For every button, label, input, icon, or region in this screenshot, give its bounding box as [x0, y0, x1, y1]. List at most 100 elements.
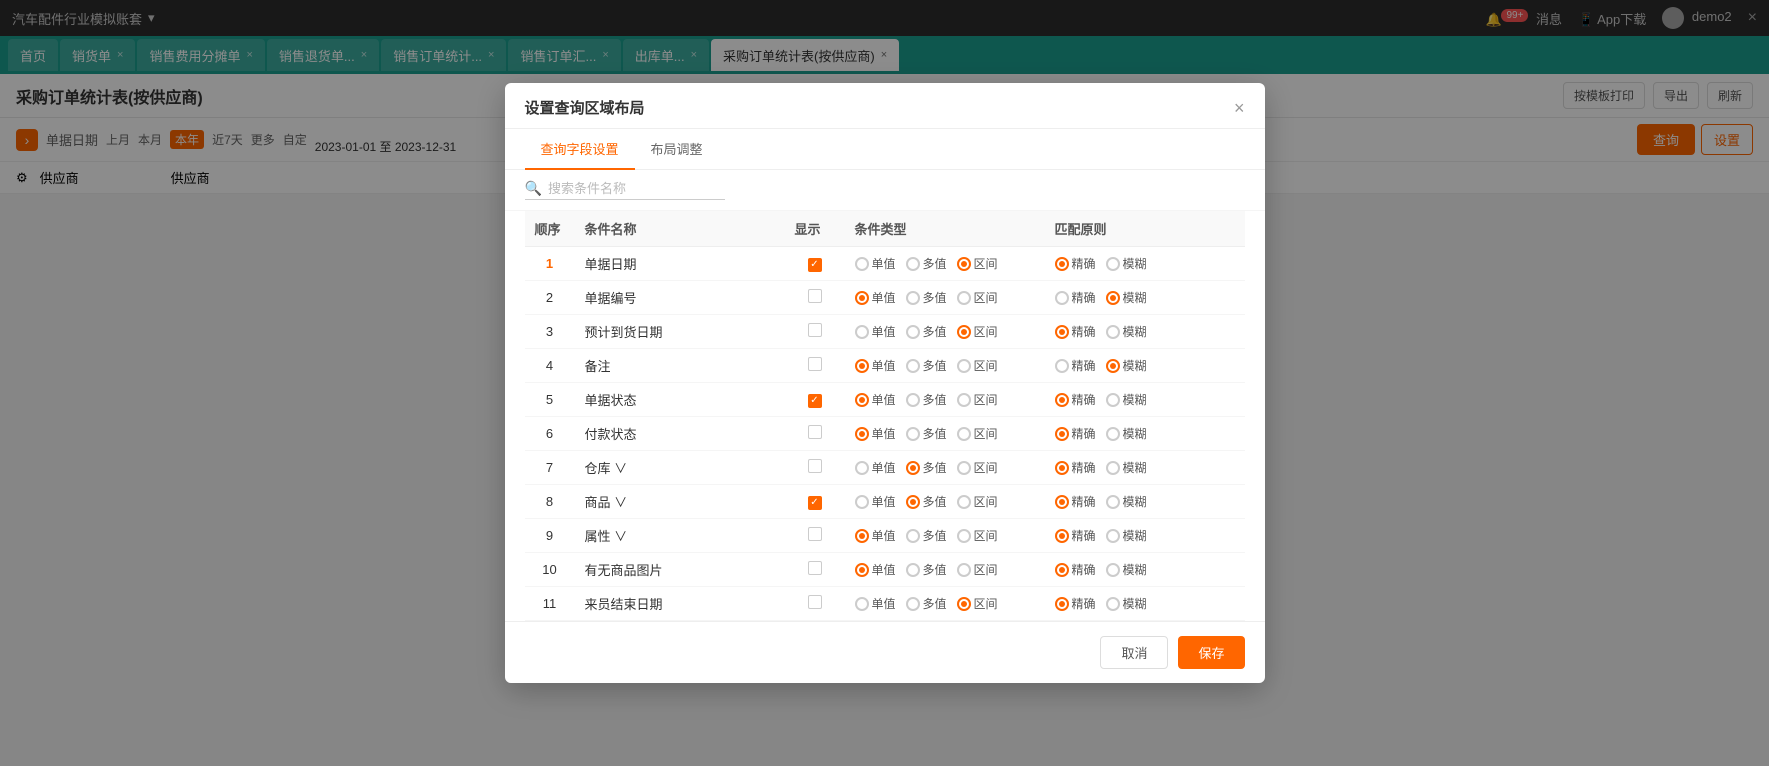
- radio-type-多值[interactable]: 多值: [906, 255, 947, 272]
- cell-order: 10: [525, 553, 575, 587]
- radio-type-多值[interactable]: 多值: [906, 425, 947, 442]
- cell-order: 3: [525, 315, 575, 349]
- radio-type-多值[interactable]: 多值: [906, 289, 947, 306]
- radio-type-单值[interactable]: 单值: [855, 595, 896, 612]
- radio-type-单值[interactable]: 单值: [855, 527, 896, 544]
- radio-type-单值[interactable]: 单值: [855, 561, 896, 578]
- show-checkbox[interactable]: [808, 595, 822, 609]
- radio-match-模糊[interactable]: 模糊: [1106, 527, 1147, 544]
- show-checkbox[interactable]: [808, 561, 822, 575]
- show-checkbox[interactable]: [808, 323, 822, 337]
- radio-match-模糊[interactable]: 模糊: [1106, 459, 1147, 476]
- radio-type-区间[interactable]: 区间: [957, 289, 998, 306]
- show-checkbox[interactable]: [808, 425, 822, 439]
- show-checkbox[interactable]: ✓: [808, 496, 822, 510]
- radio-match-模糊[interactable]: 模糊: [1106, 493, 1147, 510]
- radio-type-区间[interactable]: 区间: [957, 357, 998, 374]
- cell-show: [785, 315, 845, 349]
- radio-match-精确[interactable]: 精确: [1055, 493, 1096, 510]
- cell-order: 2: [525, 281, 575, 315]
- cell-match: 精确模糊: [1045, 383, 1245, 417]
- tab-layout-adjust[interactable]: 布局调整: [635, 129, 719, 170]
- radio-type-单值[interactable]: 单值: [855, 493, 896, 510]
- cell-name: 有无商品图片: [575, 553, 785, 587]
- cancel-btn[interactable]: 取消: [1100, 636, 1168, 669]
- cell-type: 单值多值区间: [845, 553, 1045, 587]
- radio-type-多值[interactable]: 多值: [906, 323, 947, 340]
- cell-show: ✓: [785, 485, 845, 519]
- show-checkbox[interactable]: [808, 357, 822, 371]
- cell-type: 单值多值区间: [845, 587, 1045, 621]
- radio-match-精确[interactable]: 精确: [1055, 391, 1096, 408]
- radio-type-多值[interactable]: 多值: [906, 493, 947, 510]
- radio-type-单值[interactable]: 单值: [855, 357, 896, 374]
- radio-type-区间[interactable]: 区间: [957, 391, 998, 408]
- radio-match-精确[interactable]: 精确: [1055, 323, 1096, 340]
- radio-match-精确[interactable]: 精确: [1055, 425, 1096, 442]
- radio-type-区间[interactable]: 区间: [957, 493, 998, 510]
- radio-type-区间[interactable]: 区间: [957, 527, 998, 544]
- radio-type-单值[interactable]: 单值: [855, 255, 896, 272]
- radio-type-单值[interactable]: 单值: [855, 391, 896, 408]
- table-row: 3预计到货日期单值多值区间精确模糊: [525, 315, 1245, 349]
- table-row: 11来员结束日期单值多值区间精确模糊: [525, 587, 1245, 621]
- radio-type-单值[interactable]: 单值: [855, 323, 896, 340]
- search-icon: 🔍: [525, 180, 542, 197]
- radio-match-精确[interactable]: 精确: [1055, 357, 1096, 374]
- cell-match: 精确模糊: [1045, 587, 1245, 621]
- search-input[interactable]: [548, 181, 708, 196]
- th-order: 顺序: [525, 211, 575, 247]
- radio-type-区间[interactable]: 区间: [957, 459, 998, 476]
- radio-match-精确[interactable]: 精确: [1055, 459, 1096, 476]
- cell-order: 6: [525, 417, 575, 451]
- radio-match-精确[interactable]: 精确: [1055, 255, 1096, 272]
- radio-match-模糊[interactable]: 模糊: [1106, 289, 1147, 306]
- show-checkbox[interactable]: ✓: [808, 258, 822, 272]
- radio-match-精确[interactable]: 精确: [1055, 289, 1096, 306]
- tab-query-fields[interactable]: 查询字段设置: [525, 129, 635, 170]
- show-checkbox[interactable]: [808, 527, 822, 541]
- cell-match: 精确模糊: [1045, 485, 1245, 519]
- radio-match-精确[interactable]: 精确: [1055, 561, 1096, 578]
- radio-match-模糊[interactable]: 模糊: [1106, 561, 1147, 578]
- radio-match-模糊[interactable]: 模糊: [1106, 357, 1147, 374]
- show-checkbox[interactable]: [808, 459, 822, 473]
- radio-type-单值[interactable]: 单值: [855, 425, 896, 442]
- table-row: 7仓库 ∨单值多值区间精确模糊: [525, 451, 1245, 485]
- cell-show: [785, 451, 845, 485]
- radio-type-区间[interactable]: 区间: [957, 255, 998, 272]
- show-checkbox[interactable]: [808, 289, 822, 303]
- radio-type-区间[interactable]: 区间: [957, 323, 998, 340]
- radio-type-单值[interactable]: 单值: [855, 289, 896, 306]
- cell-name: 来员结束日期: [575, 587, 785, 621]
- table-row: 5单据状态✓单值多值区间精确模糊: [525, 383, 1245, 417]
- radio-type-多值[interactable]: 多值: [906, 391, 947, 408]
- cell-match: 精确模糊: [1045, 281, 1245, 315]
- cell-name: 单据日期: [575, 247, 785, 281]
- radio-type-区间[interactable]: 区间: [957, 561, 998, 578]
- cell-order: 9: [525, 519, 575, 553]
- dialog-close-btn[interactable]: ×: [1234, 99, 1245, 117]
- radio-type-多值[interactable]: 多值: [906, 595, 947, 612]
- cell-match: 精确模糊: [1045, 417, 1245, 451]
- radio-match-模糊[interactable]: 模糊: [1106, 391, 1147, 408]
- dialog-table-wrap: 顺序 条件名称 显示 条件类型 匹配原则 1单据日期✓单值多值区间精确模糊2单据…: [505, 211, 1265, 621]
- show-checkbox[interactable]: ✓: [808, 394, 822, 408]
- radio-type-区间[interactable]: 区间: [957, 425, 998, 442]
- radio-type-多值[interactable]: 多值: [906, 357, 947, 374]
- radio-type-多值[interactable]: 多值: [906, 561, 947, 578]
- radio-match-模糊[interactable]: 模糊: [1106, 425, 1147, 442]
- cell-type: 单值多值区间: [845, 417, 1045, 451]
- radio-type-多值[interactable]: 多值: [906, 527, 947, 544]
- cell-type: 单值多值区间: [845, 383, 1045, 417]
- radio-type-多值[interactable]: 多值: [906, 459, 947, 476]
- radio-match-精确[interactable]: 精确: [1055, 527, 1096, 544]
- cell-show: ✓: [785, 247, 845, 281]
- radio-type-区间[interactable]: 区间: [957, 595, 998, 612]
- save-btn[interactable]: 保存: [1178, 636, 1244, 669]
- radio-match-模糊[interactable]: 模糊: [1106, 323, 1147, 340]
- radio-type-单值[interactable]: 单值: [855, 459, 896, 476]
- radio-match-模糊[interactable]: 模糊: [1106, 595, 1147, 612]
- radio-match-模糊[interactable]: 模糊: [1106, 255, 1147, 272]
- radio-match-精确[interactable]: 精确: [1055, 595, 1096, 612]
